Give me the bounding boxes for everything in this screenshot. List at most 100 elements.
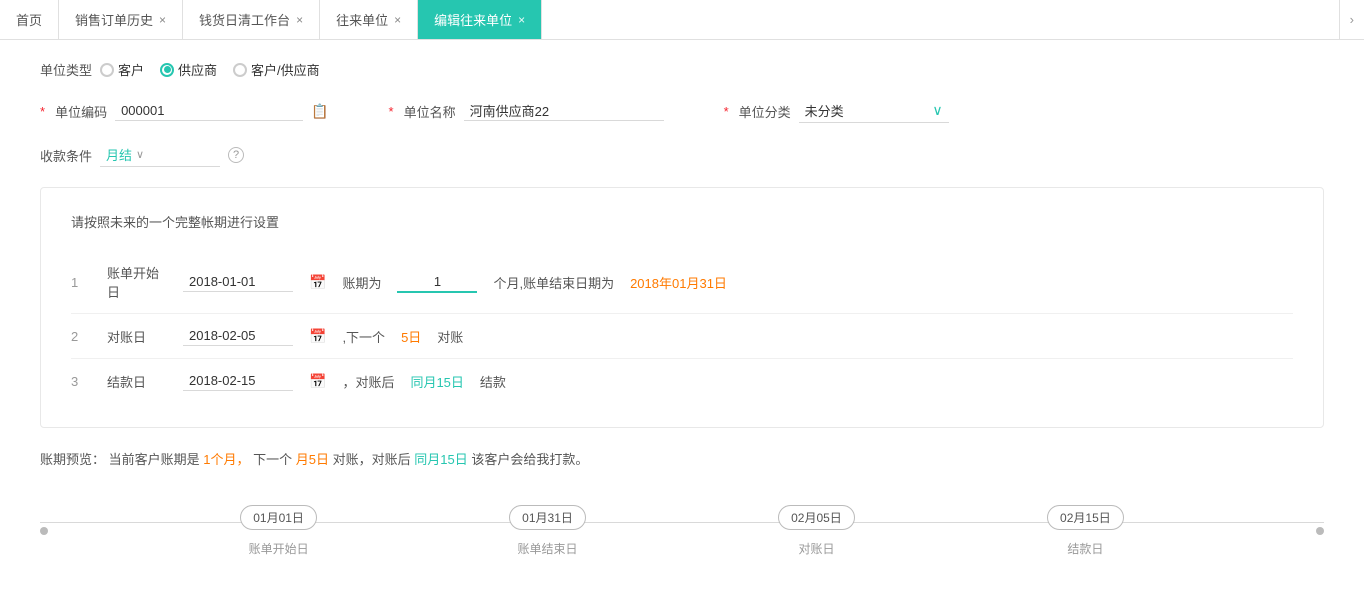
tab-partner-units-label: 往来单位 [336, 10, 388, 29]
tab-edit-partner-close[interactable]: × [518, 13, 525, 27]
radio-supplier-label: 供应商 [178, 60, 217, 79]
unit-category-select[interactable]: 未分类 ∨ [799, 99, 949, 123]
billing-row-3-type: 结款日 [107, 372, 167, 391]
tab-edit-partner-label: 编辑往来单位 [434, 10, 512, 29]
timeline-item-1: 01月01日 账单开始日 [240, 505, 317, 557]
billing-row-2-middle: 对账 [437, 327, 463, 346]
unit-name-field: * 单位名称 [389, 101, 664, 121]
timeline-item-4: 02月15日 结款日 [1047, 505, 1124, 557]
timeline-right-endpoint [1316, 527, 1324, 535]
help-icon[interactable]: ? [228, 147, 244, 163]
billing-row-2: 2 对账日 📅 ,下一个 5日 对账 [71, 314, 1293, 359]
unit-name-label: 单位名称 [404, 102, 456, 121]
billing-row-2-type: 对账日 [107, 327, 167, 346]
radio-customer-circle [100, 63, 114, 77]
unit-code-field: * 单位编码 📋 [40, 101, 329, 121]
tab-cash-ledger[interactable]: 钱货日清工作台 × [183, 0, 320, 39]
timeline-badge-4: 02月15日 [1047, 505, 1124, 530]
tab-sales-history[interactable]: 销售订单历史 × [59, 0, 183, 39]
timeline-item-3: 02月05日 对账日 [778, 505, 855, 557]
billing-payment-cal-icon[interactable]: 📅 [309, 373, 326, 390]
copy-icon[interactable]: 📋 [311, 103, 328, 120]
preview-highlight3: 同月15日 [414, 452, 467, 467]
chevron-right-icon: › [1350, 12, 1354, 27]
billing-row-3-day-highlight: 同月15日 [410, 372, 463, 391]
billing-row-1-type: 账单开始日 [107, 263, 167, 301]
billing-payment-date-input[interactable] [183, 371, 293, 391]
billing-reconcile-cal-icon[interactable]: 📅 [309, 328, 326, 345]
timeline-badge-3: 02月05日 [778, 505, 855, 530]
preview-text-1: 当前客户账期是 [109, 452, 200, 467]
unit-type-label: 单位类型 [40, 60, 92, 79]
preview-text-4: 该客户会给我打款。 [471, 452, 588, 467]
preview-text: 账期预览： 当前客户账期是 1个月， 下一个 月5日 对账，对账后 同月15日 … [40, 448, 1324, 471]
billing-row-3-suffix: 结款 [480, 372, 506, 391]
tab-sales-history-close[interactable]: × [159, 13, 166, 27]
tab-sales-history-label: 销售订单历史 [75, 10, 153, 29]
tab-partner-units[interactable]: 往来单位 × [320, 0, 418, 39]
billing-card-title: 请按照未来的一个完整帐期进行设置 [71, 212, 1293, 231]
billing-row-2-day-highlight: 5日 [401, 327, 421, 346]
timeline-item-2: 01月31日 账单结束日 [509, 505, 586, 557]
tab-bar: 首页 销售订单历史 × 钱货日清工作台 × 往来单位 × 编辑往来单位 × › [0, 0, 1364, 40]
timeline-badge-1: 01月01日 [240, 505, 317, 530]
payment-terms-field: 收款条件 月结 ∨ ? [40, 143, 244, 167]
billing-card: 请按照未来的一个完整帐期进行设置 1 账单开始日 📅 账期为 个月,账单结束日期… [40, 187, 1324, 428]
unit-type-radio-group: 客户 供应商 客户/供应商 [100, 60, 320, 79]
tab-edit-partner[interactable]: 编辑往来单位 × [418, 0, 542, 39]
preview-text-3: 对账，对账后 [333, 452, 411, 467]
payment-terms-label: 收款条件 [40, 146, 92, 165]
billing-row-1-suffix-after: 个月,账单结束日期为 [493, 273, 614, 292]
billing-row-2-prefix: ,下一个 [342, 327, 385, 346]
unit-type-field: 单位类型 客户 供应商 客户/供应商 [40, 60, 320, 79]
tab-home-label: 首页 [16, 10, 42, 29]
timeline-label-3: 对账日 [798, 540, 834, 557]
timeline-label-2: 账单结束日 [518, 540, 578, 557]
payment-terms-value: 月结 [106, 145, 132, 164]
dropdown-arrow-icon: ∨ [136, 148, 144, 161]
unit-code-label: 单位编码 [55, 102, 107, 121]
unit-code-required: * [40, 104, 45, 119]
tab-cash-ledger-close[interactable]: × [296, 13, 303, 27]
tab-home[interactable]: 首页 [0, 0, 59, 39]
tab-more-button[interactable]: › [1339, 0, 1364, 39]
billing-row-3: 3 结款日 📅 ，对账后 同月15日 结款 [71, 359, 1293, 403]
radio-customer[interactable]: 客户 [100, 60, 144, 79]
unit-name-input[interactable] [464, 101, 664, 121]
billing-end-date-highlight: 2018年01月31日 [630, 273, 727, 292]
timeline-label-4: 结款日 [1067, 540, 1103, 557]
main-content: 单位类型 客户 供应商 客户/供应商 * 单位编码 [0, 40, 1364, 608]
billing-start-cal-icon[interactable]: 📅 [309, 274, 326, 291]
billing-start-date-input[interactable] [183, 272, 293, 292]
unit-name-required: * [389, 104, 394, 119]
billing-months-input[interactable] [397, 272, 477, 293]
radio-customer-label: 客户 [118, 60, 144, 79]
billing-reconcile-date-input[interactable] [183, 326, 293, 346]
unit-category-value: 未分类 [805, 101, 929, 120]
billing-row-2-num: 2 [71, 329, 91, 344]
billing-row-3-num: 3 [71, 374, 91, 389]
payment-terms-dropdown[interactable]: 月结 ∨ [100, 143, 220, 167]
preview-label: 账期预览： [40, 452, 105, 467]
timeline-label-1: 账单开始日 [249, 540, 309, 557]
unit-type-row: 单位类型 客户 供应商 客户/供应商 [40, 60, 1324, 79]
radio-supplier[interactable]: 供应商 [160, 60, 217, 79]
billing-row-1: 1 账单开始日 📅 账期为 个月,账单结束日期为 2018年01月31日 [71, 251, 1293, 314]
billing-row-1-suffix-before: 账期为 [342, 273, 381, 292]
timeline: 01月01日 账单开始日 01月31日 账单结束日 02月05日 对账日 02月… [40, 495, 1324, 577]
timeline-badge-2: 01月31日 [509, 505, 586, 530]
radio-both[interactable]: 客户/供应商 [233, 60, 320, 79]
timeline-left-endpoint [40, 527, 48, 535]
unit-category-required: * [724, 104, 729, 119]
timeline-points: 01月01日 账单开始日 01月31日 账单结束日 02月05日 对账日 02月… [40, 505, 1324, 557]
unit-code-input[interactable] [115, 101, 303, 121]
preview-text-2: 下一个 [253, 452, 292, 467]
preview-highlight2: 月5日 [296, 452, 329, 467]
payment-terms-row: 收款条件 月结 ∨ ? [40, 143, 1324, 167]
unit-category-field: * 单位分类 未分类 ∨ [724, 99, 949, 123]
unit-category-label: 单位分类 [739, 102, 791, 121]
preview-highlight1: 1个月， [203, 452, 249, 467]
tab-partner-units-close[interactable]: × [394, 13, 401, 27]
radio-both-circle [233, 63, 247, 77]
billing-row-3-prefix: ，对账后 [342, 372, 394, 391]
